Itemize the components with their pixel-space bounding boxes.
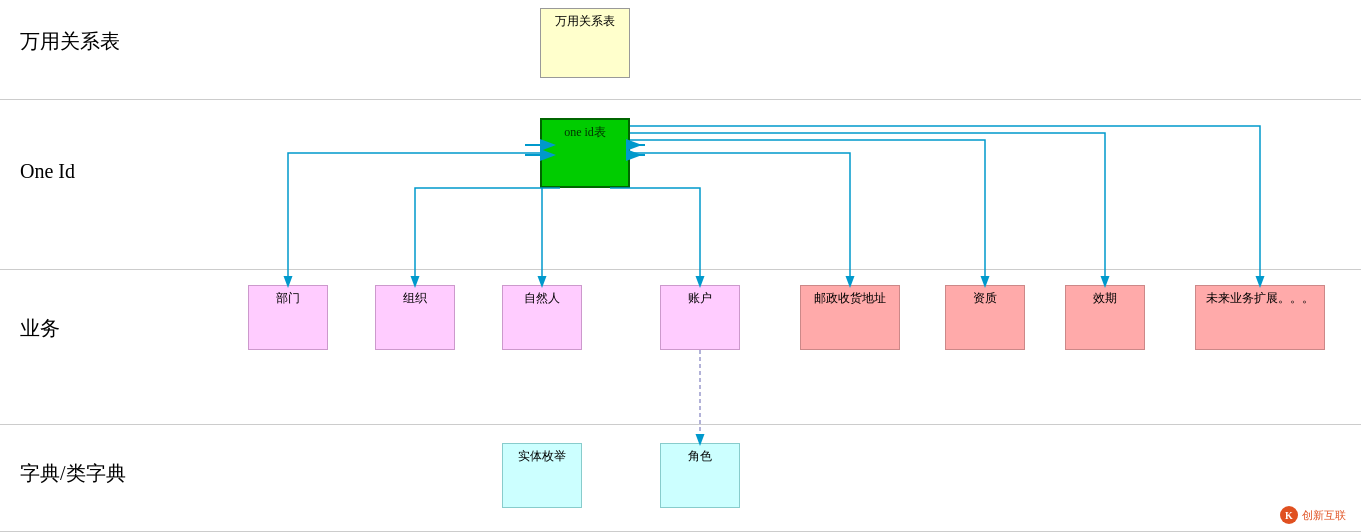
box-weilai: 未来业务扩展。。。 (1195, 285, 1325, 350)
label-oneid: One Id (20, 160, 75, 183)
box-jiaose: 角色 (660, 443, 740, 508)
box-wangyong: 万用关系表 (540, 8, 630, 78)
box-zizhi: 资质 (945, 285, 1025, 350)
box-zuzhi: 组织 (375, 285, 455, 350)
box-ziranren: 自然人 (502, 285, 582, 350)
watermark-text: 创新互联 (1302, 508, 1346, 523)
box-zhanghu: 账户 (660, 285, 740, 350)
box-youzheng: 邮政收货地址 (800, 285, 900, 350)
watermark-icon: K (1280, 506, 1298, 524)
main-container: 万用关系表 One Id 业务 字典/类字典 万用关系表 one id表 部门 … (0, 0, 1361, 532)
section-oneid: One Id (0, 100, 1361, 270)
box-xiaoguo: 效期 (1065, 285, 1145, 350)
box-oneid: one id表 (540, 118, 630, 188)
watermark: K 创新互联 (1280, 506, 1346, 524)
label-wangyong: 万用关系表 (20, 28, 120, 55)
label-zidian: 字典/类字典 (20, 460, 126, 487)
box-shiti: 实体枚举 (502, 443, 582, 508)
box-bumen: 部门 (248, 285, 328, 350)
section-wangyong: 万用关系表 (0, 0, 1361, 100)
label-yewu: 业务 (20, 315, 60, 342)
